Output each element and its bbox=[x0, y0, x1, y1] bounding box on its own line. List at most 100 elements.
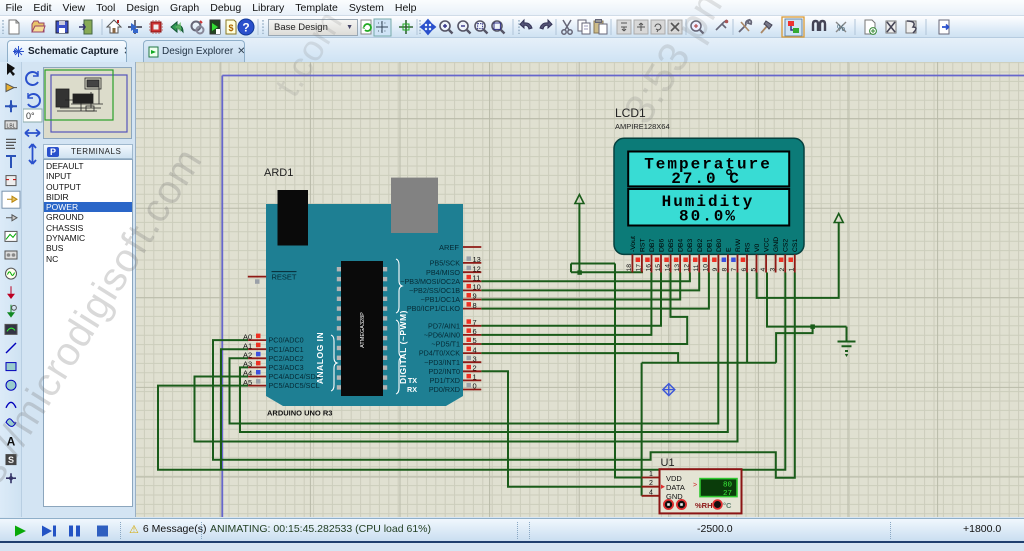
svg-text:11: 11 bbox=[693, 264, 700, 271]
svg-text:6: 6 bbox=[741, 268, 748, 272]
svg-text:16: 16 bbox=[645, 264, 652, 272]
svg-text:?: ? bbox=[242, 21, 249, 35]
svg-text:V0: V0 bbox=[754, 243, 761, 252]
svg-text:4: 4 bbox=[649, 489, 653, 496]
svg-text:PC5/ADC5/SCL: PC5/ADC5/SCL bbox=[269, 381, 320, 390]
svg-text:27: 27 bbox=[723, 490, 732, 498]
svg-text:DB1: DB1 bbox=[706, 239, 713, 252]
svg-text:DATA: DATA bbox=[666, 483, 685, 492]
svg-text:~PB1/OC1A: ~PB1/OC1A bbox=[421, 295, 461, 304]
svg-text:DB7: DB7 bbox=[649, 239, 656, 252]
svg-text:$: $ bbox=[228, 23, 233, 33]
svg-text:2: 2 bbox=[649, 480, 653, 487]
svg-text:A: A bbox=[7, 435, 16, 449]
svg-text:S: S bbox=[8, 455, 14, 465]
svg-text:13: 13 bbox=[473, 255, 481, 264]
svg-text:CS2: CS2 bbox=[783, 239, 790, 252]
svg-text:15: 15 bbox=[655, 264, 662, 272]
svg-text:11: 11 bbox=[473, 274, 481, 283]
svg-text:PD4/T0/XCK: PD4/T0/XCK bbox=[419, 349, 460, 358]
svg-text:7: 7 bbox=[731, 268, 738, 272]
svg-text:2: 2 bbox=[473, 364, 477, 373]
svg-text:DB4: DB4 bbox=[678, 239, 685, 252]
svg-text:PC1/ADC1: PC1/ADC1 bbox=[269, 345, 304, 354]
svg-text:A1: A1 bbox=[243, 341, 252, 350]
svg-text:DB5: DB5 bbox=[668, 239, 675, 252]
svg-text:A5: A5 bbox=[243, 378, 252, 387]
svg-text:PD2/INT0: PD2/INT0 bbox=[428, 367, 460, 376]
svg-text:8: 8 bbox=[473, 301, 477, 310]
svg-text:VCC: VCC bbox=[764, 238, 771, 252]
svg-text:9: 9 bbox=[473, 292, 477, 301]
svg-text:5: 5 bbox=[473, 336, 477, 345]
svg-text:AREF: AREF bbox=[439, 243, 459, 252]
svg-text:12: 12 bbox=[684, 264, 691, 272]
svg-text:PD7/AIN1: PD7/AIN1 bbox=[428, 321, 460, 330]
svg-text:14: 14 bbox=[664, 264, 671, 272]
svg-text:ANALOG IN: ANALOG IN bbox=[315, 332, 325, 384]
svg-text:RST: RST bbox=[639, 238, 646, 252]
svg-text:7: 7 bbox=[473, 318, 477, 327]
svg-text:PC3/ADC3: PC3/ADC3 bbox=[269, 363, 304, 372]
svg-text:17: 17 bbox=[636, 264, 643, 272]
svg-text:~PD5/T1: ~PD5/T1 bbox=[431, 340, 460, 349]
svg-text:DHT11: DHT11 bbox=[661, 515, 688, 517]
svg-text:1: 1 bbox=[473, 373, 477, 382]
svg-text:5: 5 bbox=[750, 268, 757, 272]
svg-text:DB3: DB3 bbox=[687, 239, 694, 252]
svg-text:A0: A0 bbox=[243, 332, 252, 341]
svg-text:PB0/ICP1/CLKO: PB0/ICP1/CLKO bbox=[407, 304, 461, 313]
svg-text:AMPIRE128X64: AMPIRE128X64 bbox=[615, 122, 670, 131]
svg-text:A4: A4 bbox=[243, 369, 252, 378]
svg-text:PB4/MISO: PB4/MISO bbox=[426, 268, 460, 277]
svg-text:ATMEGA328P: ATMEGA328P bbox=[360, 312, 366, 348]
svg-text:8: 8 bbox=[722, 268, 729, 272]
svg-text:9: 9 bbox=[712, 268, 719, 272]
svg-text:80: 80 bbox=[723, 481, 733, 489]
svg-text:R/W: R/W bbox=[735, 238, 742, 252]
svg-text:°C: °C bbox=[723, 501, 732, 510]
svg-text:PD1/TXD: PD1/TXD bbox=[430, 376, 460, 385]
svg-text:PD0/RXD: PD0/RXD bbox=[429, 385, 460, 394]
svg-text:ARDUINO UNO R3: ARDUINO UNO R3 bbox=[267, 409, 332, 418]
svg-text:3: 3 bbox=[769, 268, 776, 272]
svg-text:U1: U1 bbox=[661, 457, 675, 469]
svg-text:~PD6/AIN0: ~PD6/AIN0 bbox=[424, 331, 460, 340]
svg-text:%RH: %RH bbox=[695, 501, 713, 510]
svg-text:PC0/ADC0: PC0/ADC0 bbox=[269, 336, 304, 345]
svg-text:DB0: DB0 bbox=[716, 239, 723, 252]
svg-text:PB5/SCK: PB5/SCK bbox=[430, 259, 461, 268]
svg-text:6: 6 bbox=[473, 327, 477, 336]
svg-text:RX: RX bbox=[407, 385, 417, 394]
svg-text:PC2/ADC2: PC2/ADC2 bbox=[269, 354, 304, 363]
svg-text:80.0%: 80.0% bbox=[679, 208, 737, 226]
svg-text:E: E bbox=[725, 247, 732, 252]
svg-text:-Vout: -Vout bbox=[630, 236, 637, 252]
svg-text:1: 1 bbox=[649, 471, 653, 478]
svg-text:>: > bbox=[693, 482, 697, 489]
svg-text:VDD: VDD bbox=[666, 474, 682, 483]
svg-text:~PB2/SS/OC1B: ~PB2/SS/OC1B bbox=[409, 286, 460, 295]
svg-text:10: 10 bbox=[703, 264, 710, 272]
svg-text:GND: GND bbox=[773, 237, 780, 252]
svg-text:DB6: DB6 bbox=[659, 239, 666, 252]
svg-text:0: 0 bbox=[473, 382, 477, 391]
svg-text:ARD1: ARD1 bbox=[264, 167, 293, 179]
svg-text:2: 2 bbox=[779, 268, 786, 272]
svg-text:13: 13 bbox=[674, 264, 681, 272]
svg-text:1: 1 bbox=[789, 268, 796, 272]
svg-text:A2: A2 bbox=[243, 351, 252, 360]
svg-text:18: 18 bbox=[626, 264, 633, 272]
svg-text:3: 3 bbox=[473, 354, 477, 363]
svg-text:12: 12 bbox=[473, 264, 481, 273]
svg-text:10: 10 bbox=[473, 283, 481, 292]
svg-text:DB2: DB2 bbox=[697, 239, 704, 252]
svg-text:LCD1: LCD1 bbox=[615, 106, 646, 120]
svg-text:CS1: CS1 bbox=[792, 239, 799, 252]
svg-text:4: 4 bbox=[473, 345, 477, 354]
svg-text:PC4/ADC4/SDA: PC4/ADC4/SDA bbox=[269, 372, 321, 381]
svg-text:RESET: RESET bbox=[272, 272, 297, 281]
svg-text:~PB3/MOSI/OC2A: ~PB3/MOSI/OC2A bbox=[400, 277, 460, 286]
svg-text:~PD3/INT1: ~PD3/INT1 bbox=[424, 358, 460, 367]
svg-text:RS: RS bbox=[745, 242, 752, 252]
